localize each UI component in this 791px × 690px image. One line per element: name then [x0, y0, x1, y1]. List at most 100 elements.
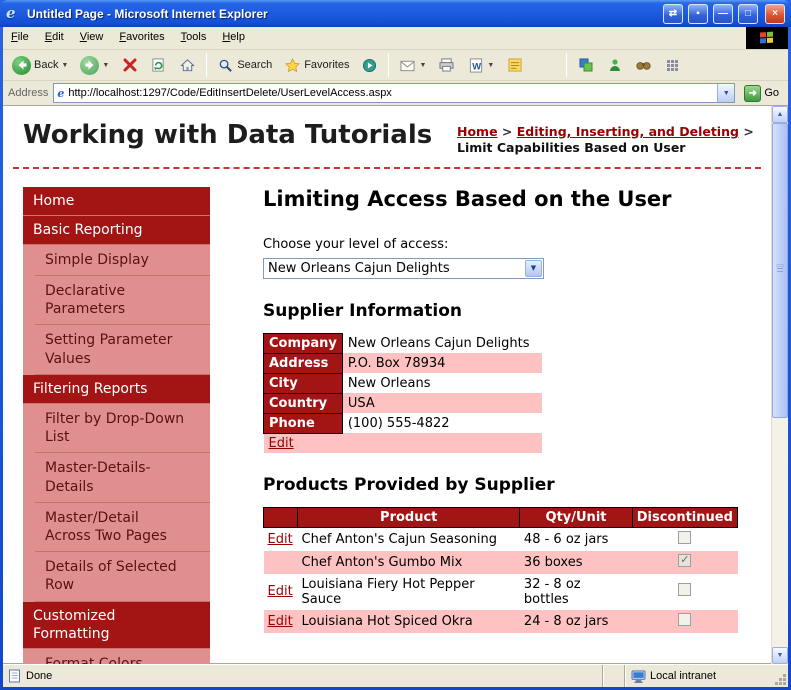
site-title: Working with Data Tutorials — [23, 120, 433, 150]
mail-button[interactable]: ▼ — [394, 55, 431, 76]
favorites-label: Favorites — [304, 59, 350, 71]
address-bar: Address e ▼ ➜ Go — [3, 81, 788, 106]
maximize-button[interactable]: □ — [738, 3, 758, 24]
product-name-cell: Chef Anton's Cajun Seasoning — [301, 531, 498, 547]
supplier-label-cell: Company — [263, 332, 343, 354]
access-level-label: Choose your level of access: — [263, 236, 449, 252]
sidebar-item-details-of-selected-row[interactable]: Details of Selected Row — [35, 552, 210, 602]
messenger-button[interactable] — [601, 55, 628, 76]
sidebar-item-setting-parameter-values[interactable]: Setting Parameter Values — [35, 325, 210, 375]
supplier-edit-link[interactable]: Edit — [269, 436, 294, 451]
messenger-icon — [606, 57, 623, 74]
go-button[interactable]: ➜ Go — [740, 84, 783, 103]
media-icon — [361, 57, 378, 74]
scroll-down-button[interactable]: ▼ — [772, 647, 788, 664]
sidebar-item-format-colors[interactable]: Format Colors — [35, 648, 210, 664]
sidebar-item-filtering-reports[interactable]: Filtering Reports — [23, 374, 210, 404]
access-level-select[interactable]: New Orleans Cajun Delights ▼ — [263, 257, 544, 279]
status-text: Done — [26, 670, 53, 682]
breadcrumb: Home > Editing, Inserting, and Deleting … — [457, 124, 757, 157]
sidebar-item-declarative-parameters[interactable]: Declarative Parameters — [35, 276, 210, 326]
supplier-value-cell: New Orleans Cajun Delights — [347, 335, 530, 351]
content-area: Working with Data Tutorials Home > Editi… — [3, 106, 788, 664]
research-button[interactable] — [630, 55, 657, 76]
product-discontinued-cell — [632, 550, 738, 574]
product-discontinued-cell — [632, 527, 737, 551]
edit-button[interactable]: W ▼ — [462, 55, 499, 76]
address-dropdown-button[interactable]: ▼ — [717, 84, 735, 102]
sidebar-nav: Home Basic Reporting Simple Display Decl… — [23, 186, 210, 664]
back-button[interactable]: Back ▼ — [7, 54, 73, 77]
binoculars-icon — [635, 57, 652, 74]
search-button[interactable]: Search — [212, 55, 277, 76]
sidebar-item-master-detail-two-pages[interactable]: Master/Detail Across Two Pages — [35, 502, 210, 553]
sidebar-item-basic-reporting[interactable]: Basic Reporting — [23, 215, 210, 245]
refresh-button[interactable] — [145, 55, 172, 76]
product-edit-link[interactable]: Edit — [268, 532, 293, 547]
menu-help[interactable]: Help — [214, 27, 253, 49]
stop-button[interactable] — [116, 55, 143, 76]
supplier-edit-cell: Edit — [263, 433, 543, 453]
sidebar-item-simple-display[interactable]: Simple Display — [35, 244, 210, 277]
breadcrumb-home-link[interactable]: Home — [457, 124, 498, 139]
page-favicon: e — [57, 86, 65, 100]
msn-button[interactable] — [572, 55, 599, 76]
supplier-label-cell: Country — [263, 392, 343, 414]
status-spacer-pane — [602, 665, 624, 687]
minimize-button[interactable]: — — [713, 3, 733, 24]
sidebar-item-master-details-details[interactable]: Master-Details-Details — [35, 453, 210, 503]
switch-window-button[interactable]: ⇄ — [663, 3, 683, 24]
edit-caret-icon: ▼ — [487, 61, 495, 69]
vertical-scrollbar[interactable]: ▲ ▼ — [771, 106, 788, 664]
quick-launch-button[interactable] — [659, 55, 686, 76]
menu-file[interactable]: File — [3, 27, 37, 49]
security-zone-pane: Local intranet — [624, 665, 774, 687]
status-bar: Done Local intranet — [3, 664, 788, 687]
menu-favorites[interactable]: Favorites — [111, 27, 172, 49]
discuss-button[interactable] — [501, 55, 528, 76]
menu-view[interactable]: View — [72, 27, 112, 49]
scrollbar-thumb[interactable] — [772, 123, 788, 418]
supplier-label-cell: Phone — [263, 412, 343, 434]
supplier-row: Country USA — [263, 392, 543, 414]
refresh-icon — [150, 57, 167, 74]
breadcrumb-current: Limit Capabilities Based on User — [457, 140, 686, 156]
forward-button[interactable]: ▼ — [75, 54, 114, 77]
menu-tools[interactable]: Tools — [173, 27, 215, 49]
product-row: Edit Louisiana Hot Spiced Okra 24 - 8 oz… — [263, 609, 738, 633]
back-icon — [12, 55, 31, 75]
supplier-value-cell: (100) 555-4822 — [347, 415, 450, 431]
favorites-button[interactable]: Favorites — [279, 55, 354, 76]
scroll-up-button[interactable]: ▲ — [772, 106, 788, 123]
sidebar-item-filter-by-dropdown-list[interactable]: Filter by Drop-Down List — [35, 404, 210, 454]
menu-spacer — [253, 27, 746, 49]
page-status-icon — [9, 669, 20, 683]
print-button[interactable] — [433, 55, 460, 76]
resize-grip[interactable] — [774, 665, 788, 687]
local-intranet-icon — [631, 669, 646, 683]
breadcrumb-section-link[interactable]: Editing, Inserting, and Deleting — [517, 124, 739, 139]
stop-icon — [121, 57, 138, 74]
search-label: Search — [237, 59, 273, 71]
extra-window-button[interactable]: ▪ — [688, 3, 708, 24]
supplier-row: Address P.O. Box 78934 — [263, 352, 543, 374]
product-edit-link[interactable]: Edit — [268, 614, 293, 629]
supplier-row: City New Orleans — [263, 372, 543, 394]
sidebar-item-home[interactable]: Home — [23, 186, 210, 216]
close-button[interactable]: × — [765, 3, 785, 24]
home-button[interactable] — [174, 55, 201, 76]
back-caret-icon: ▼ — [61, 61, 69, 69]
supplier-edit-row: Edit — [263, 433, 543, 453]
window-title: Untitled Page - Microsoft Internet Explo… — [27, 6, 268, 21]
product-qty-cell: 32 - 8 oz bottles — [523, 576, 581, 607]
menu-edit[interactable]: Edit — [37, 27, 72, 49]
sidebar-item-customized-formatting[interactable]: Customized Formatting — [23, 601, 210, 649]
address-input[interactable] — [68, 87, 718, 99]
mail-caret-icon: ▼ — [419, 61, 427, 69]
discontinued-checkbox — [678, 612, 692, 626]
discontinued-checkbox — [678, 530, 692, 544]
media-button[interactable] — [356, 55, 383, 76]
product-qty-cell: 36 boxes — [519, 550, 633, 574]
products-header-discontinued: Discontinued — [631, 506, 739, 528]
product-edit-link[interactable]: Edit — [268, 584, 293, 599]
